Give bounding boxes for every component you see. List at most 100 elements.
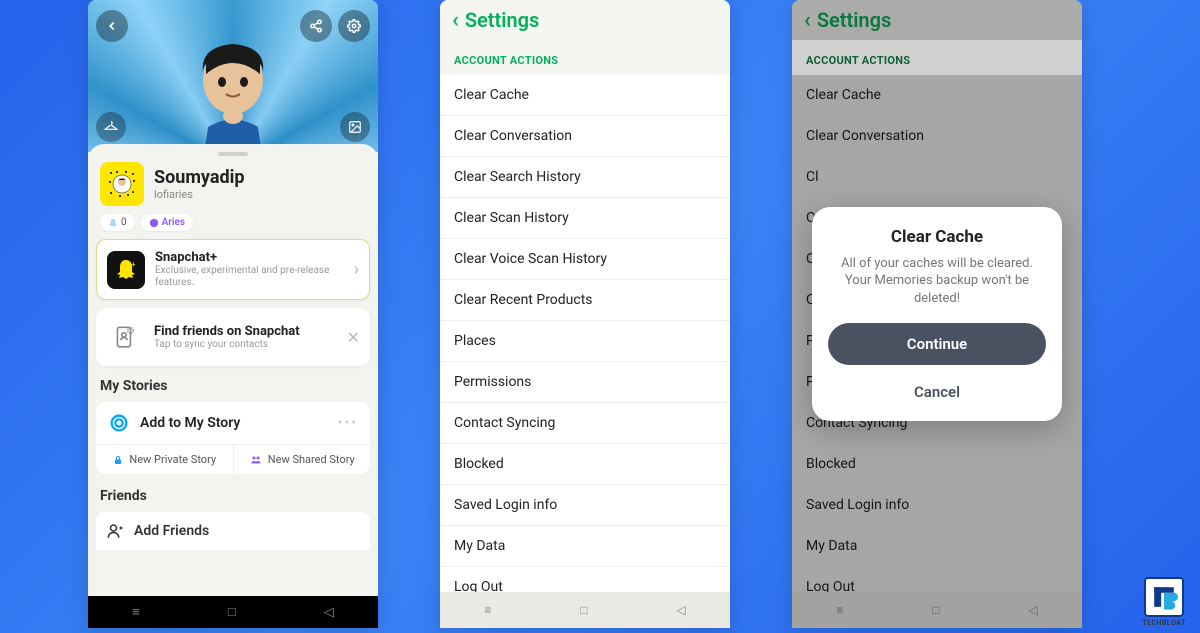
dialog-continue-button[interactable]: Continue (828, 323, 1046, 365)
my-stories-heading: My Stories (96, 374, 370, 402)
phone-settings-dialog: ‹ Settings ACCOUNT ACTIONS Clear Cache C… (792, 0, 1082, 628)
settings-item-my-data[interactable]: My Data (440, 526, 730, 567)
section-header-account-actions: ACCOUNT ACTIONS (792, 40, 1082, 75)
nav-back[interactable]: ◁ (1028, 603, 1037, 617)
zodiac-chip[interactable]: Aries (141, 214, 193, 231)
nav-recent[interactable]: ≡ (132, 604, 140, 620)
settings-item-log-out[interactable]: Log Out (440, 567, 730, 592)
settings-item-blocked[interactable]: Blocked (440, 444, 730, 485)
ghost-icon (108, 218, 118, 228)
add-friends-label: Add Friends (134, 523, 209, 539)
settings-item: Clear Cache (792, 75, 1082, 116)
watermark-text: TECHBLOAT (1138, 619, 1190, 627)
friends-heading: Friends (96, 484, 370, 512)
nav-home[interactable]: □ (580, 603, 587, 617)
android-navbar: ≡ □ ◁ (792, 592, 1082, 628)
find-friends-icon (106, 318, 144, 356)
settings-button[interactable] (338, 10, 370, 42)
avatar-icon (178, 32, 288, 152)
settings-item: Log Out (792, 567, 1082, 592)
background-button[interactable] (340, 112, 370, 142)
username: lofiaries (154, 188, 245, 201)
chevron-left-icon (105, 19, 119, 33)
private-story-label: New Private Story (129, 453, 216, 466)
settings-item-permissions[interactable]: Permissions (440, 362, 730, 403)
plus-card-subtitle: Exclusive, experimental and pre-release … (155, 265, 344, 289)
svg-text:+: + (131, 260, 136, 269)
new-shared-story[interactable]: New Shared Story (234, 445, 371, 474)
add-story-label: Add to My Story (140, 415, 328, 431)
sheet-handle[interactable] (218, 152, 248, 156)
profile-chips: 0 Aries (96, 214, 370, 239)
settings-item-places[interactable]: Places (440, 321, 730, 362)
add-friend-icon (106, 522, 124, 540)
settings-item-clear-scan-history[interactable]: Clear Scan History (440, 198, 730, 239)
outfit-button[interactable] (96, 112, 126, 142)
phone-settings: ‹ Settings ACCOUNT ACTIONS Clear Cache C… (440, 0, 730, 628)
dismiss-find-friends[interactable]: ✕ (347, 328, 360, 347)
nav-home[interactable]: □ (228, 604, 236, 620)
ghost-plus-icon: + (114, 258, 138, 282)
back-button[interactable] (96, 10, 128, 42)
clear-cache-dialog: Clear Cache All of your caches will be c… (812, 207, 1062, 422)
display-name: Soumyadip (154, 167, 245, 188)
add-friends-row[interactable]: Add Friends (96, 512, 370, 550)
contacts-sync-icon (112, 324, 138, 350)
find-friends-title: Find friends on Snapchat (154, 324, 337, 339)
snapcode[interactable] (100, 162, 144, 206)
lock-icon (112, 454, 124, 466)
settings-item-clear-cache[interactable]: Clear Cache (440, 75, 730, 116)
gear-icon (347, 19, 361, 33)
find-friends-card[interactable]: Find friends on Snapchat Tap to sync you… (96, 308, 370, 366)
settings-item: Clear Conversation (792, 116, 1082, 157)
settings-back-button[interactable]: ‹ (804, 8, 811, 33)
snapcode-icon (106, 168, 138, 200)
nav-recent[interactable]: ≡ (836, 603, 843, 617)
settings-header: ‹ Settings (440, 0, 730, 40)
profile-hero (88, 0, 378, 152)
nav-recent[interactable]: ≡ (484, 603, 491, 617)
share-icon (309, 19, 323, 33)
dialog-message: All of your caches will be cleared. Your… (828, 255, 1046, 308)
nav-back[interactable]: ◁ (324, 605, 334, 620)
new-private-story[interactable]: New Private Story (96, 445, 234, 474)
bitmoji-avatar[interactable] (178, 32, 288, 152)
snap-score-chip[interactable]: 0 (100, 214, 135, 231)
people-icon (249, 454, 263, 466)
dialog-cancel-button[interactable]: Cancel (828, 379, 1046, 405)
techbloat-logo-icon (1150, 583, 1178, 611)
watermark: TECHBLOAT (1138, 577, 1190, 627)
settings-title: Settings (465, 8, 539, 32)
share-button[interactable] (300, 10, 332, 42)
add-to-my-story[interactable]: Add to My Story ••• (96, 402, 370, 444)
settings-item-clear-voice-scan-history[interactable]: Clear Voice Scan History (440, 239, 730, 280)
camera-icon (108, 412, 130, 434)
settings-back-button[interactable]: ‹ (452, 8, 459, 33)
image-icon (348, 120, 362, 134)
stories-card: Add to My Story ••• New Private Story Ne… (96, 402, 370, 474)
hanger-icon (104, 120, 118, 134)
settings-item-contact-syncing[interactable]: Contact Syncing (440, 403, 730, 444)
nav-home[interactable]: □ (932, 603, 939, 617)
settings-item-clear-conversation[interactable]: Clear Conversation (440, 116, 730, 157)
chevron-right-icon: › (354, 259, 359, 280)
snap-score-value: 0 (121, 217, 127, 228)
android-navbar: ≡ □ ◁ (440, 592, 730, 628)
nav-back[interactable]: ◁ (676, 603, 685, 617)
settings-item-clear-recent-products[interactable]: Clear Recent Products (440, 280, 730, 321)
phone-profile: Soumyadip lofiaries 0 Aries + (88, 0, 378, 628)
plus-card-title: Snapchat+ (155, 250, 344, 265)
android-navbar: ≡ □ ◁ (88, 596, 378, 628)
dialog-title: Clear Cache (828, 227, 1046, 247)
settings-item-clear-search-history[interactable]: Clear Search History (440, 157, 730, 198)
settings-item: Saved Login info (792, 485, 1082, 526)
settings-item: My Data (792, 526, 1082, 567)
section-header-account-actions: ACCOUNT ACTIONS (440, 40, 730, 75)
story-more-button[interactable]: ••• (338, 415, 358, 431)
watermark-logo (1144, 577, 1184, 617)
aries-icon (149, 218, 159, 228)
settings-item-saved-login-info[interactable]: Saved Login info (440, 485, 730, 526)
settings-list[interactable]: ACCOUNT ACTIONS Clear Cache Clear Conver… (440, 40, 730, 592)
shared-story-label: New Shared Story (268, 453, 355, 466)
snapchat-plus-card[interactable]: + Snapchat+ Exclusive, experimental and … (96, 239, 370, 300)
